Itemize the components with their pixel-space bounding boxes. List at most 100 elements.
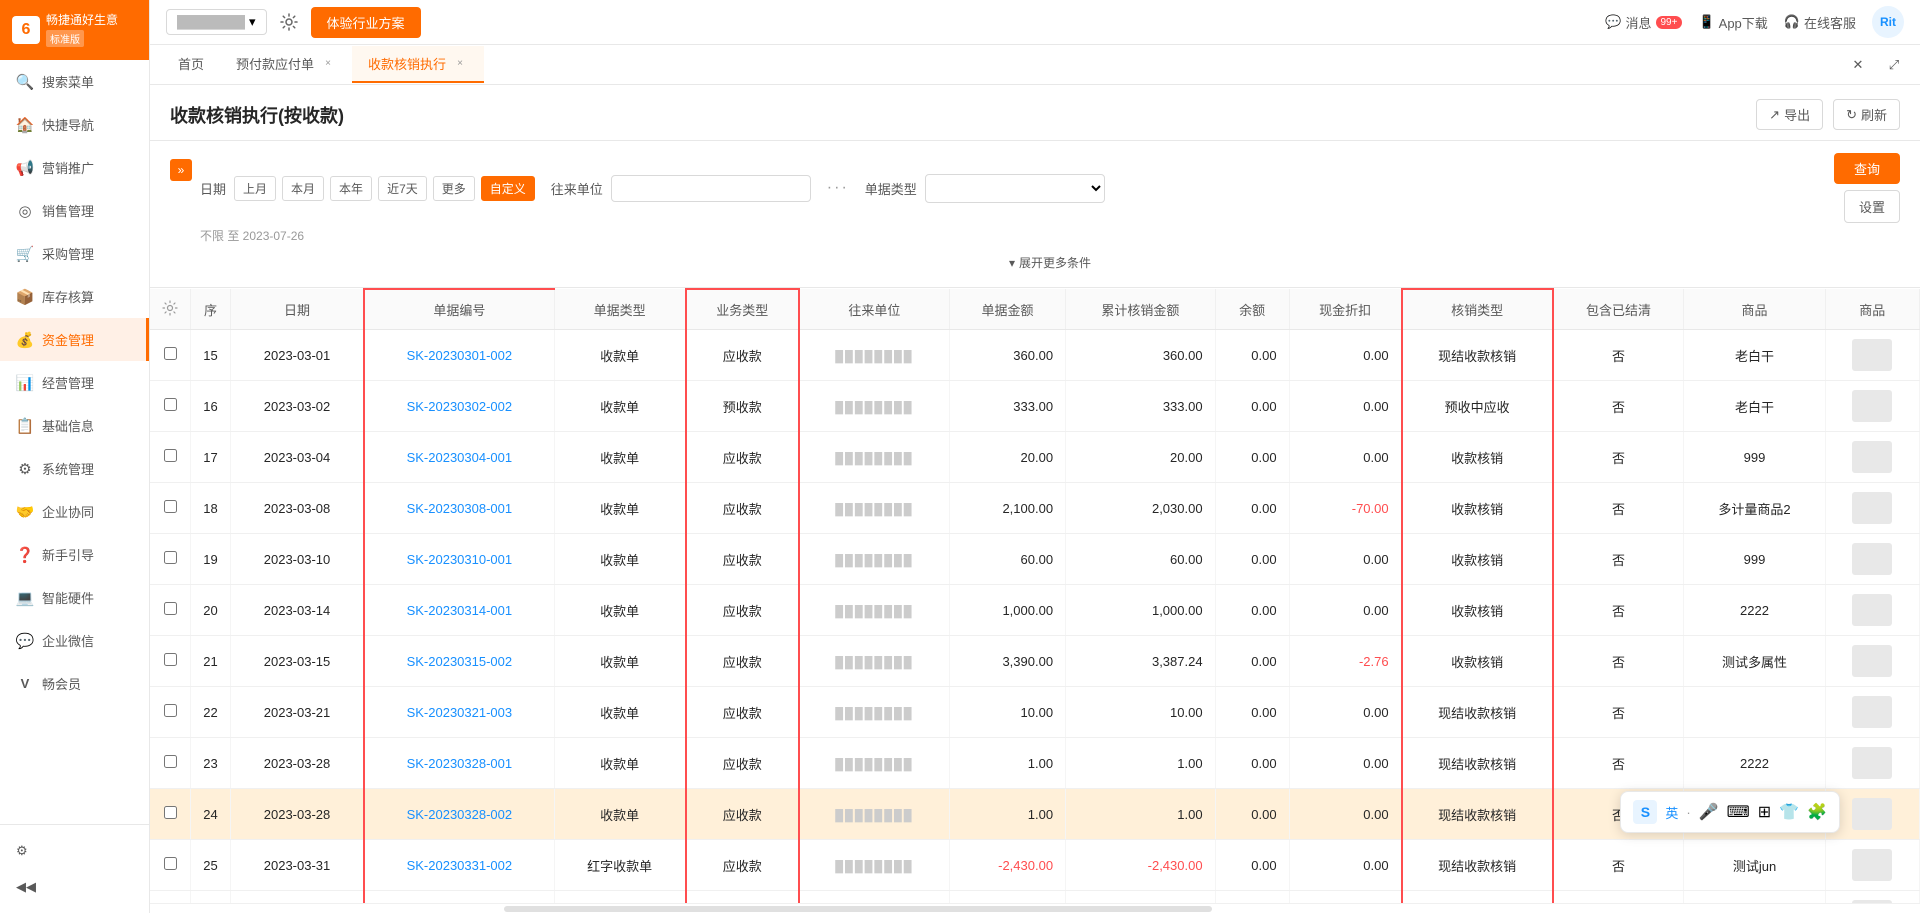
filter-collapse-btn[interactable]: » <box>170 159 192 181</box>
sidebar-item-hardware[interactable]: 💻 智能硬件 <box>0 576 149 619</box>
messages-btn[interactable]: 💬 消息 99+ <box>1605 13 1682 32</box>
sidebar-item-management[interactable]: 📊 经营管理 <box>0 361 149 404</box>
bill-no-link[interactable]: SK-20230314-001 <box>407 603 513 618</box>
row-checkbox[interactable] <box>164 602 177 615</box>
filter-this-year-btn[interactable]: 本年 <box>330 176 372 201</box>
row-checkbox[interactable] <box>164 704 177 717</box>
online-service-btn[interactable]: 🎧 在线客服 <box>1784 13 1856 32</box>
query-btn[interactable]: 查询 <box>1834 153 1900 184</box>
bill-no-link[interactable]: SK-20230304-001 <box>407 450 513 465</box>
expand-more-btn[interactable]: ▾ 展开更多条件 <box>200 250 1900 275</box>
gear-icon[interactable] <box>162 300 178 316</box>
filter-partner-input[interactable] <box>611 175 811 202</box>
filter-date-label: 日期 <box>200 179 226 198</box>
cell-goods2 <box>1825 432 1919 483</box>
row-checkbox[interactable] <box>164 806 177 819</box>
filter-more-btn[interactable]: 更多 <box>433 176 475 201</box>
watermark-keyboard-icon[interactable]: ⌨ <box>1727 802 1750 822</box>
filter-dots: ··· <box>827 179 849 197</box>
tab-collection-close-btn[interactable]: × <box>452 56 468 72</box>
watermark-grid-icon[interactable]: ⊞ <box>1758 802 1771 822</box>
tab-close-all-btn[interactable]: ✕ <box>1844 51 1872 79</box>
app-download-btn[interactable]: 📱 App下载 <box>1698 13 1767 32</box>
watermark-puzzle-icon[interactable]: 🧩 <box>1807 802 1827 822</box>
tab-advance-payment[interactable]: 预付款应付单 × <box>220 46 352 83</box>
watermark-shirt-icon[interactable]: 👕 <box>1779 802 1799 822</box>
sidebar-item-corp[interactable]: 🤝 企业协同 <box>0 490 149 533</box>
sidebar-item-basic[interactable]: 📋 基础信息 <box>0 404 149 447</box>
row-checkbox[interactable] <box>164 347 177 360</box>
row-checkbox[interactable] <box>164 653 177 666</box>
cell-total-cancel: 20.00 <box>1066 891 1216 904</box>
cell-cash-discount: 0.00 <box>1289 534 1402 585</box>
filter-last-month-btn[interactable]: 上月 <box>234 176 276 201</box>
bill-no-link[interactable]: SK-20230301-002 <box>407 348 513 363</box>
watermark-mic-icon[interactable]: 🎤 <box>1699 802 1719 822</box>
filter-receipt-type-select[interactable] <box>925 174 1105 203</box>
sidebar-item-guide[interactable]: ❓ 新手引导 <box>0 533 149 576</box>
bill-no-link[interactable]: SK-20230315-002 <box>407 654 513 669</box>
cell-checkbox[interactable] <box>150 891 191 904</box>
sidebar-item-finance[interactable]: 💰 资金管理 <box>0 318 149 361</box>
bill-no-link[interactable]: SK-20230328-001 <box>407 756 513 771</box>
row-checkbox[interactable] <box>164 398 177 411</box>
industry-solution-btn[interactable]: 体验行业方案 <box>311 7 421 38</box>
bill-no-link[interactable]: SK-20230302-002 <box>407 399 513 414</box>
sidebar-collapse-btn[interactable]: ◀◀ <box>0 869 149 905</box>
sidebar-item-marketing[interactable]: 📢 营销推广 <box>0 146 149 189</box>
row-checkbox[interactable] <box>164 857 177 870</box>
cell-checkbox[interactable] <box>150 432 191 483</box>
row-checkbox[interactable] <box>164 551 177 564</box>
row-checkbox[interactable] <box>164 449 177 462</box>
cell-date: 2023-04-03 <box>231 891 365 904</box>
cell-num: 23 <box>191 738 231 789</box>
sidebar-item-wechat[interactable]: 💬 企业微信 <box>0 619 149 662</box>
cell-date: 2023-03-31 <box>231 840 365 891</box>
bill-no-link[interactable]: SK-20230310-001 <box>407 552 513 567</box>
tab-collection-exec[interactable]: 收款核销执行 × <box>352 46 484 83</box>
cell-checkbox[interactable] <box>150 330 191 381</box>
cell-cash-discount: 0.00 <box>1289 585 1402 636</box>
corp-icon: 🤝 <box>16 503 34 521</box>
cell-checkbox[interactable] <box>150 687 191 738</box>
sidebar-item-member[interactable]: V 畅会员 <box>0 662 149 705</box>
refresh-btn[interactable]: ↻ 刷新 <box>1833 99 1900 130</box>
cell-checkbox[interactable] <box>150 789 191 840</box>
tab-home[interactable]: 首页 <box>162 46 220 83</box>
sidebar-settings-btn[interactable]: ⚙ <box>0 833 149 869</box>
scrollbar-thumb[interactable] <box>504 906 1212 912</box>
sidebar-item-purchase[interactable]: 🛒 采购管理 <box>0 232 149 275</box>
filter-custom-btn[interactable]: 自定义 <box>481 176 535 201</box>
marketing-icon: 📢 <box>16 159 34 177</box>
bill-no-link[interactable]: SK-20230308-001 <box>407 501 513 516</box>
export-btn[interactable]: ↗ 导出 <box>1756 99 1823 130</box>
topbar-select[interactable]: ████████ ▾ <box>166 9 267 35</box>
table-row: 23 2023-03-28 SK-20230328-001 收款单 应收款 ██… <box>150 738 1920 789</box>
sidebar-item-system[interactable]: ⚙ 系统管理 <box>0 447 149 490</box>
cell-checkbox[interactable] <box>150 738 191 789</box>
cell-checkbox[interactable] <box>150 534 191 585</box>
cell-cash-discount: 0.00 <box>1289 432 1402 483</box>
sidebar-item-sales[interactable]: ◎ 销售管理 <box>0 189 149 232</box>
row-checkbox[interactable] <box>164 500 177 513</box>
cell-checkbox[interactable] <box>150 381 191 432</box>
filter-7days-btn[interactable]: 近7天 <box>378 176 427 201</box>
cell-checkbox[interactable] <box>150 585 191 636</box>
row-checkbox[interactable] <box>164 755 177 768</box>
tab-advance-label: 预付款应付单 <box>236 54 314 73</box>
topbar-settings-btn[interactable] <box>275 8 303 36</box>
sidebar-item-inventory[interactable]: 📦 库存核算 <box>0 275 149 318</box>
sidebar-item-search[interactable]: 🔍 搜索菜单 <box>0 60 149 103</box>
sidebar-item-quick-nav[interactable]: 🏠 快捷导航 <box>0 103 149 146</box>
bill-no-link[interactable]: SK-20230328-002 <box>407 807 513 822</box>
user-avatar[interactable]: Rit <box>1872 6 1904 38</box>
bill-no-link[interactable]: SK-20230321-003 <box>407 705 513 720</box>
filter-settings-btn[interactable]: 设置 <box>1844 190 1900 223</box>
cell-checkbox[interactable] <box>150 636 191 687</box>
tab-expand-btn[interactable]: ⤢ <box>1880 51 1908 79</box>
bill-no-link[interactable]: SK-20230331-002 <box>407 858 513 873</box>
cell-checkbox[interactable] <box>150 840 191 891</box>
filter-this-month-btn[interactable]: 本月 <box>282 176 324 201</box>
tab-advance-close-btn[interactable]: × <box>320 56 336 72</box>
cell-checkbox[interactable] <box>150 483 191 534</box>
